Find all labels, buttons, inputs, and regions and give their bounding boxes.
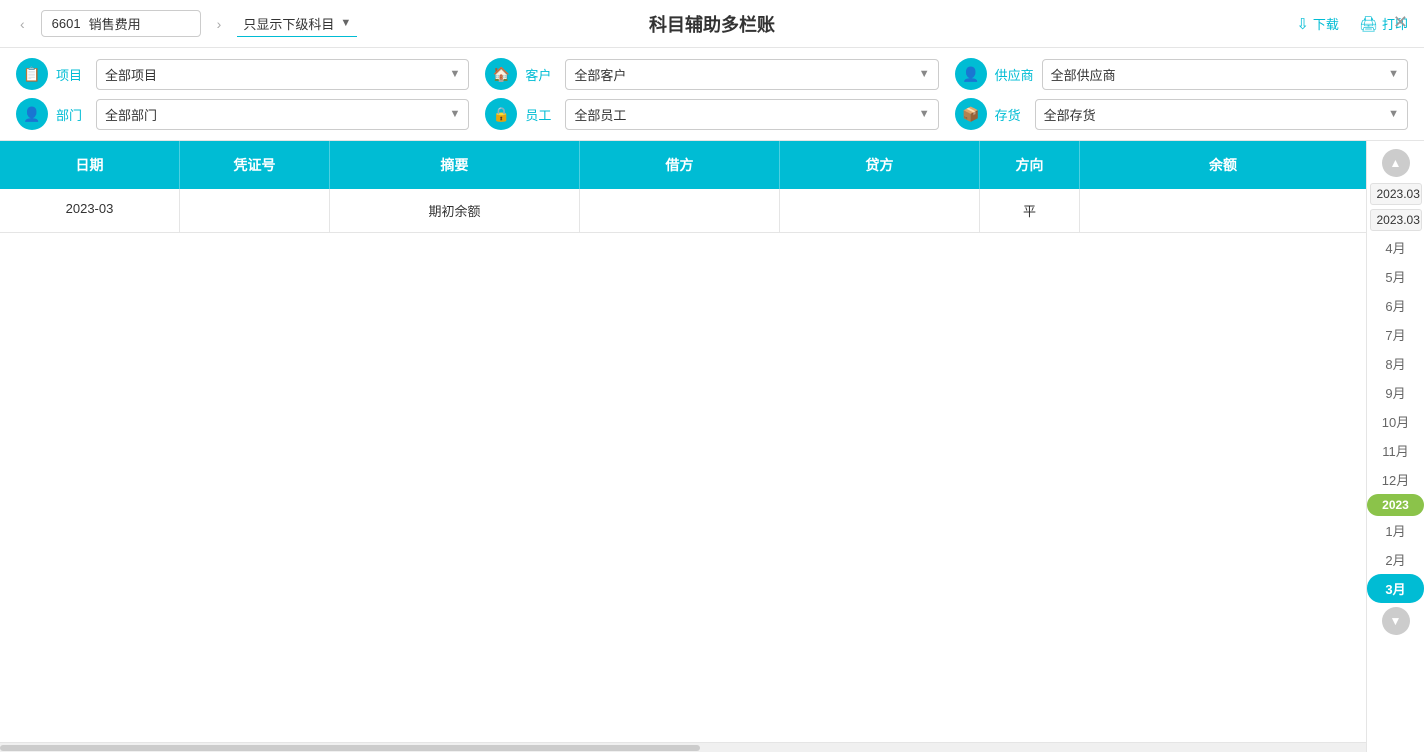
inventory-arrow-icon: ▼ xyxy=(1388,108,1399,120)
department-label: 部门 xyxy=(56,105,88,124)
col-balance: 余额 xyxy=(1080,141,1366,189)
sidebar-month-12[interactable]: 12月 xyxy=(1367,465,1424,494)
filter-inventory: 📦 存货 全部存货 ▼ xyxy=(955,98,1408,130)
supplier-label: 供应商 xyxy=(995,65,1034,84)
filter-department: 👤 部门 全部部门 ▼ xyxy=(16,98,469,130)
main-window: ‹ 6601 销售费用 › 只显示下级科目 ▼ 科目辅助多栏账 ⇩ 下载 🖨 打… xyxy=(0,0,1424,752)
next-account-arrow[interactable]: › xyxy=(213,14,226,34)
supplier-select[interactable]: 全部供应商 ▼ xyxy=(1042,59,1408,90)
table-body: 2023-03 期初余额 平 xyxy=(0,189,1366,742)
prev-account-arrow[interactable]: ‹ xyxy=(16,14,29,34)
filter-bar: 📋 项目 全部项目 ▼ 🏠 客户 全部客户 ▼ 👤 供应商 全部供应商 ▼ xyxy=(0,48,1424,141)
inventory-icon: 📦 xyxy=(955,98,987,130)
scrollbar-thumb[interactable] xyxy=(0,745,700,751)
top-bar: ‹ 6601 销售费用 › 只显示下级科目 ▼ 科目辅助多栏账 ⇩ 下载 🖨 打… xyxy=(0,0,1424,48)
top-actions: ⇩ 下载 🖨 打印 xyxy=(1296,14,1408,33)
sidebar-period-2[interactable]: 2023.03 xyxy=(1370,209,1422,231)
close-button[interactable]: ✕ xyxy=(1393,12,1408,33)
col-credit: 贷方 xyxy=(780,141,980,189)
department-select[interactable]: 全部部门 ▼ xyxy=(96,99,469,130)
supplier-icon: 👤 xyxy=(955,58,987,90)
print-icon: 🖨 xyxy=(1359,15,1378,33)
customer-icon: 🏠 xyxy=(485,58,517,90)
sidebar-month-9[interactable]: 9月 xyxy=(1367,378,1424,407)
inventory-value: 全部存货 xyxy=(1044,105,1096,124)
sidebar-month-2[interactable]: 2月 xyxy=(1367,545,1424,574)
account-code-box: 6601 销售费用 xyxy=(41,10,201,37)
cell-debit xyxy=(580,189,780,232)
sidebar-month-5[interactable]: 5月 xyxy=(1367,262,1424,291)
sidebar-month-7[interactable]: 7月 xyxy=(1367,320,1424,349)
col-direction: 方向 xyxy=(980,141,1080,189)
account-code: 6601 xyxy=(52,16,81,31)
cell-balance xyxy=(1080,189,1366,232)
department-arrow-icon: ▼ xyxy=(449,108,460,120)
customer-select[interactable]: 全部客户 ▼ xyxy=(565,59,938,90)
employee-select[interactable]: 全部员工 ▼ xyxy=(565,99,938,130)
sidebar-month-3[interactable]: 3月 xyxy=(1367,574,1424,603)
col-summary: 摘要 xyxy=(330,141,580,189)
customer-label: 客户 xyxy=(525,65,557,84)
inventory-label: 存货 xyxy=(995,105,1027,124)
project-icon: 📋 xyxy=(16,58,48,90)
download-icon: ⇩ xyxy=(1296,15,1309,33)
cell-summary: 期初余额 xyxy=(330,189,580,232)
account-name: 销售费用 xyxy=(89,14,141,33)
download-label: 下载 xyxy=(1313,14,1339,33)
sidebar-month-10[interactable]: 10月 xyxy=(1367,407,1424,436)
main-content: 日期 凭证号 摘要 借方 贷方 方向 余额 2023-03 期初余额 平 xyxy=(0,141,1424,752)
page-title: 科目辅助多栏账 xyxy=(649,11,775,37)
table-row: 2023-03 期初余额 平 xyxy=(0,189,1366,233)
download-button[interactable]: ⇩ 下载 xyxy=(1296,14,1339,33)
sidebar-month-11[interactable]: 11月 xyxy=(1367,436,1424,465)
show-sub-arrow-icon: ▼ xyxy=(340,17,351,29)
sidebar-month-6[interactable]: 6月 xyxy=(1367,291,1424,320)
sidebar-month-8[interactable]: 8月 xyxy=(1367,349,1424,378)
show-sub-label: 只显示下级科目 xyxy=(243,14,334,33)
filter-project: 📋 项目 全部项目 ▼ xyxy=(16,58,469,90)
filter-customer: 🏠 客户 全部客户 ▼ xyxy=(485,58,938,90)
show-sub-dropdown[interactable]: 只显示下级科目 ▼ xyxy=(237,11,357,37)
sidebar-up-arrow[interactable]: ▲ xyxy=(1382,149,1410,177)
table-area: 日期 凭证号 摘要 借方 贷方 方向 余额 2023-03 期初余额 平 xyxy=(0,141,1366,752)
project-select[interactable]: 全部项目 ▼ xyxy=(96,59,469,90)
right-sidebar: ▲ 2023.03 2023.03 4月 5月 6月 7月 8月 9月 10月 … xyxy=(1366,141,1424,752)
sidebar-period-1[interactable]: 2023.03 xyxy=(1370,183,1422,205)
project-label: 项目 xyxy=(56,65,88,84)
col-date: 日期 xyxy=(0,141,180,189)
supplier-arrow-icon: ▼ xyxy=(1388,68,1399,80)
table-header: 日期 凭证号 摘要 借方 贷方 方向 余额 xyxy=(0,141,1366,189)
customer-value: 全部客户 xyxy=(574,65,626,84)
cell-voucher xyxy=(180,189,330,232)
employee-value: 全部员工 xyxy=(574,105,626,124)
project-value: 全部项目 xyxy=(105,65,157,84)
horizontal-scrollbar[interactable] xyxy=(0,742,1366,752)
col-debit: 借方 xyxy=(580,141,780,189)
customer-arrow-icon: ▼ xyxy=(919,68,930,80)
cell-direction: 平 xyxy=(980,189,1080,232)
cell-credit xyxy=(780,189,980,232)
department-icon: 👤 xyxy=(16,98,48,130)
employee-icon: 🔒 xyxy=(485,98,517,130)
inventory-select[interactable]: 全部存货 ▼ xyxy=(1035,99,1408,130)
sidebar-year-2023[interactable]: 2023 xyxy=(1367,494,1424,516)
sidebar-down-arrow[interactable]: ▼ xyxy=(1382,607,1410,635)
supplier-value: 全部供应商 xyxy=(1051,65,1116,84)
filter-supplier: 👤 供应商 全部供应商 ▼ xyxy=(955,58,1408,90)
sidebar-month-1[interactable]: 1月 xyxy=(1367,516,1424,545)
sidebar-month-4[interactable]: 4月 xyxy=(1367,233,1424,262)
employee-arrow-icon: ▼ xyxy=(919,108,930,120)
project-arrow-icon: ▼ xyxy=(449,68,460,80)
employee-label: 员工 xyxy=(525,105,557,124)
col-voucher: 凭证号 xyxy=(180,141,330,189)
filter-employee: 🔒 员工 全部员工 ▼ xyxy=(485,98,938,130)
department-value: 全部部门 xyxy=(105,105,157,124)
cell-date: 2023-03 xyxy=(0,189,180,232)
